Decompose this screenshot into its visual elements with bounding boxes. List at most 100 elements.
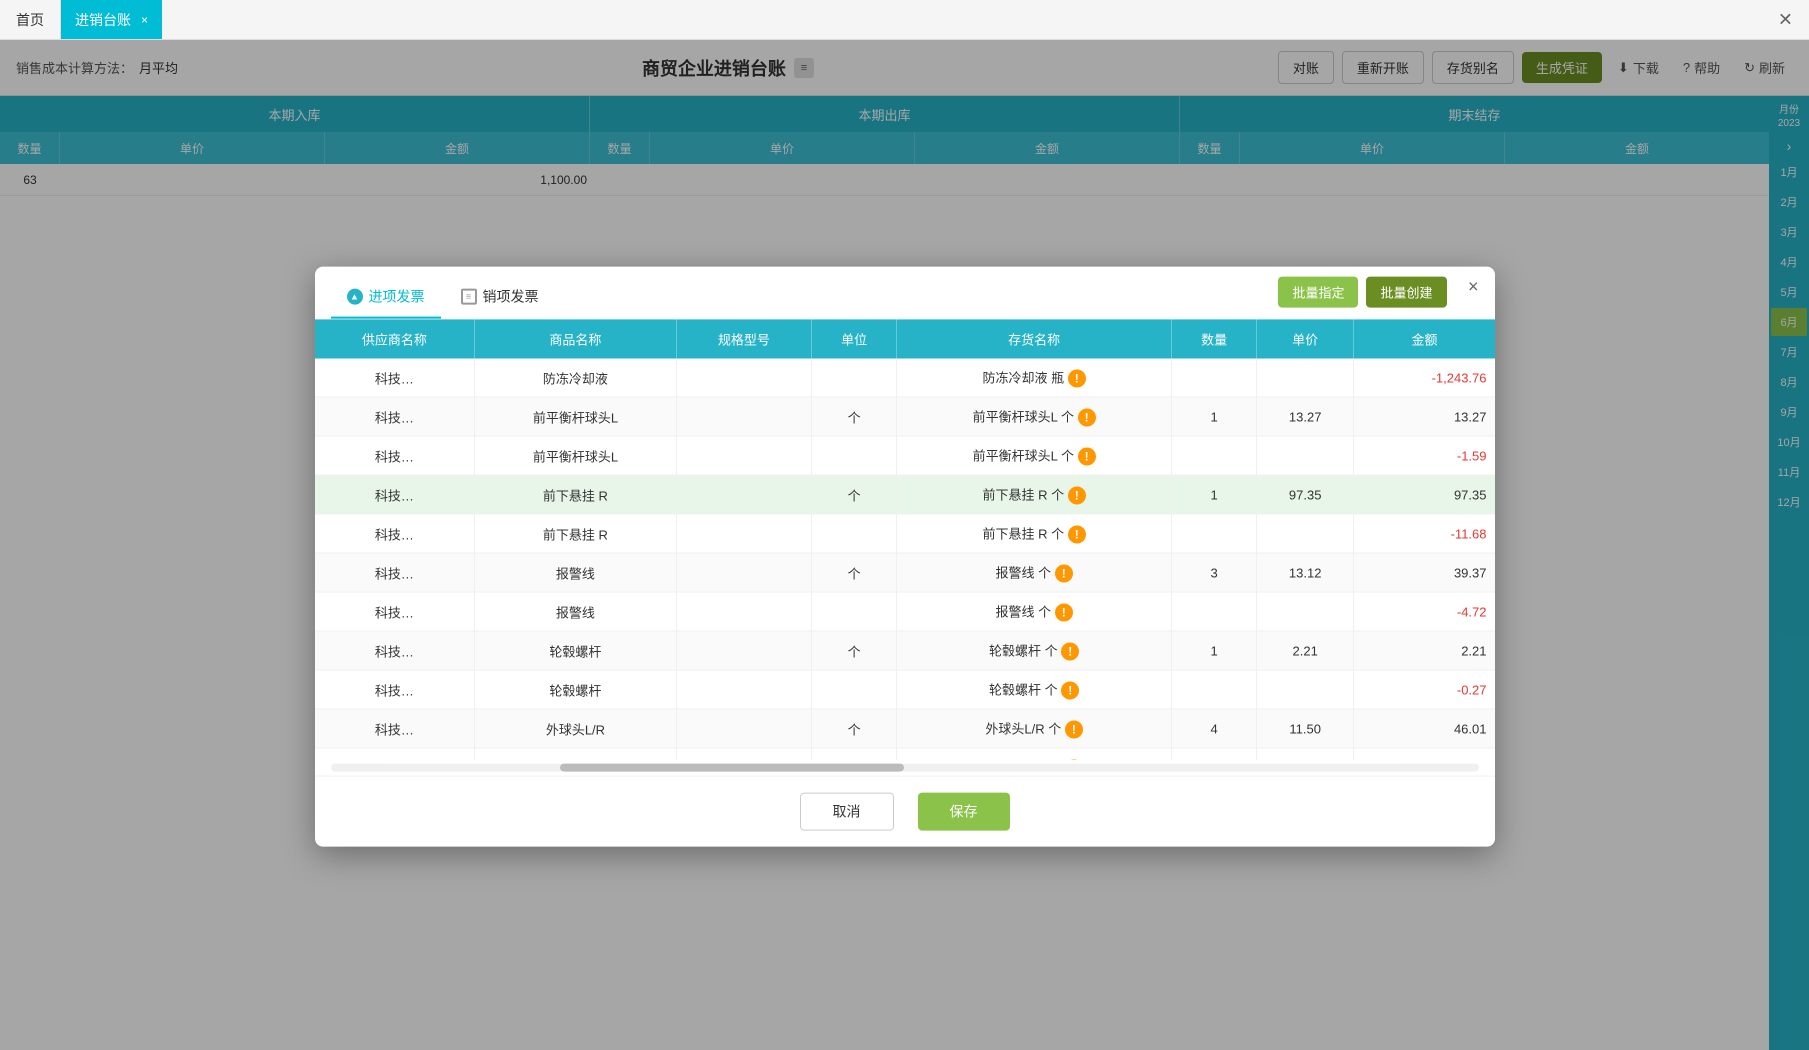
table-row[interactable]: 科技… 前下悬挂 R 个 前下悬挂 R 个 ! 1 97.35 97.35 (315, 475, 1495, 514)
table-row[interactable]: 科技… 防冻冷却液 防冻冷却液 瓶 ! -1,243.76 (315, 359, 1495, 398)
cell-unit (812, 359, 897, 398)
cell-supplier: 科技… (315, 475, 475, 514)
modal-header: ▲ 进项发票 ≡ 销项发票 批量指定 批量创建 × (315, 267, 1495, 320)
modal-close-button[interactable]: × (1468, 277, 1479, 298)
batch-assign-button[interactable]: 批量指定 (1278, 277, 1358, 308)
cell-stock: 外球头L/R 个 ! (896, 709, 1171, 748)
table-header-row: 供应商名称 商品名称 规格型号 单位 存货名称 数量 单价 金额 (315, 320, 1495, 359)
active-tab[interactable]: 进销台账 × (61, 0, 162, 39)
cell-product: 报警线 (475, 592, 676, 631)
cell-unit-price: 13.12 (1256, 553, 1353, 592)
cell-unit (812, 592, 897, 631)
cell-quantity: 4 (1172, 709, 1257, 748)
cell-quantity (1172, 670, 1257, 709)
cell-stock: 前下悬挂 R 个 ! (896, 475, 1171, 514)
table-row[interactable]: 科技… 轮毂螺杆 个 轮毂螺杆 个 ! 1 2.21 2.21 (315, 631, 1495, 670)
scrollbar-thumb (560, 764, 904, 772)
horizontal-scrollbar[interactable] (331, 764, 1479, 772)
cell-amount: -1.59 (1354, 436, 1495, 475)
cell-unit: 个 (812, 553, 897, 592)
cell-unit-price (1256, 748, 1353, 760)
warning-icon: ! (1061, 682, 1079, 700)
cell-product: 外球头L/R (475, 748, 676, 760)
col-stock: 存货名称 (896, 320, 1171, 359)
modal-body: 供应商名称 商品名称 规格型号 单位 存货名称 数量 单价 金额 科技… (315, 320, 1495, 776)
cell-stock: 前下悬挂 R 个 ! (896, 514, 1171, 553)
cell-unit-price (1256, 436, 1353, 475)
cell-supplier: 科技… (315, 436, 475, 475)
cell-amount: -1,243.76 (1354, 359, 1495, 398)
cell-unit: 个 (812, 631, 897, 670)
cell-spec (676, 397, 812, 436)
table-row[interactable]: 科技… 前下悬挂 R 前下悬挂 R 个 ! -11.68 (315, 514, 1495, 553)
cell-product: 防冻冷却液 (475, 359, 676, 398)
cell-unit-price (1256, 514, 1353, 553)
outgoing-tab-label: 销项发票 (483, 287, 539, 307)
table-row[interactable]: 科技… 前平衡杆球头L 前平衡杆球头L 个 ! -1.59 (315, 436, 1495, 475)
modal-scroll-area[interactable]: 供应商名称 商品名称 规格型号 单位 存货名称 数量 单价 金额 科技… (315, 320, 1495, 760)
cell-unit-price: 97.35 (1256, 475, 1353, 514)
table-row[interactable]: 科技… 报警线 报警线 个 ! -4.72 (315, 592, 1495, 631)
main-content: 销售成本计算方法： 月平均 商贸企业进销台账 ≡ 对账 重新开账 存货别名 生成… (0, 40, 1809, 1050)
tab-close-icon[interactable]: × (141, 13, 148, 27)
cell-unit (812, 436, 897, 475)
cell-unit (812, 748, 897, 760)
cell-unit-price: 2.21 (1256, 631, 1353, 670)
table-row[interactable]: 科技… 外球头L/R 个 外球头L/R 个 ! 4 11.50 46.01 (315, 709, 1495, 748)
cell-unit-price (1256, 670, 1353, 709)
cell-quantity (1172, 359, 1257, 398)
warning-icon: ! (1078, 448, 1096, 466)
tab-label: 进销台账 (75, 10, 131, 30)
cell-stock: 防冻冷却液 瓶 ! (896, 359, 1171, 398)
cell-stock: 外球头L/R 个 ! (896, 748, 1171, 760)
table-row[interactable]: 科技… 前平衡杆球头L 个 前平衡杆球头L 个 ! 1 13.27 13.27 (315, 397, 1495, 436)
invoice-table: 供应商名称 商品名称 规格型号 单位 存货名称 数量 单价 金额 科技… (315, 320, 1495, 760)
cell-amount: -4.72 (1354, 592, 1495, 631)
cell-product: 前平衡杆球头L (475, 436, 676, 475)
cell-amount: 97.35 (1354, 475, 1495, 514)
cell-spec (676, 709, 812, 748)
cell-amount: 13.27 (1354, 397, 1495, 436)
cell-stock: 前平衡杆球头L 个 ! (896, 436, 1171, 475)
modal-dialog: ▲ 进项发票 ≡ 销项发票 批量指定 批量创建 × 供应商名称 商品名 (315, 267, 1495, 847)
cell-supplier: 科技… (315, 631, 475, 670)
tab-incoming-invoice[interactable]: ▲ 进项发票 (331, 279, 441, 319)
window-close-button[interactable]: ✕ (1778, 9, 1793, 30)
table-row[interactable]: 科技… 外球头L/R 外球头L/R 个 ! -5.52 (315, 748, 1495, 760)
save-button[interactable]: 保存 (918, 793, 1010, 831)
cell-unit: 个 (812, 709, 897, 748)
cancel-button[interactable]: 取消 (800, 793, 894, 831)
batch-create-button[interactable]: 批量创建 (1366, 277, 1446, 308)
cell-spec (676, 748, 812, 760)
cell-supplier: 科技… (315, 514, 475, 553)
table-row[interactable]: 科技… 轮毂螺杆 轮毂螺杆 个 ! -0.27 (315, 670, 1495, 709)
cell-stock: 轮毂螺杆 个 ! (896, 631, 1171, 670)
cell-product: 轮毂螺杆 (475, 670, 676, 709)
cell-quantity (1172, 592, 1257, 631)
home-tab[interactable]: 首页 (0, 0, 61, 39)
cell-amount: -5.52 (1354, 748, 1495, 760)
cell-unit-price (1256, 359, 1353, 398)
col-unit-price: 单价 (1256, 320, 1353, 359)
cell-amount: -11.68 (1354, 514, 1495, 553)
tab-outgoing-invoice[interactable]: ≡ 销项发票 (445, 279, 555, 319)
warning-icon: ! (1055, 604, 1073, 622)
cell-spec (676, 514, 812, 553)
cell-spec (676, 553, 812, 592)
cell-stock: 轮毂螺杆 个 ! (896, 670, 1171, 709)
incoming-tab-label: 进项发票 (369, 287, 425, 307)
cell-amount: 46.01 (1354, 709, 1495, 748)
home-label: 首页 (16, 10, 44, 30)
col-supplier: 供应商名称 (315, 320, 475, 359)
cell-supplier: 科技… (315, 397, 475, 436)
cell-unit-price: 13.27 (1256, 397, 1353, 436)
cell-quantity (1172, 436, 1257, 475)
cell-amount: 2.21 (1354, 631, 1495, 670)
col-quantity: 数量 (1172, 320, 1257, 359)
table-row[interactable]: 科技… 报警线 个 报警线 个 ! 3 13.12 39.37 (315, 553, 1495, 592)
cell-spec (676, 592, 812, 631)
cell-spec (676, 359, 812, 398)
warning-icon: ! (1078, 409, 1096, 427)
modal-footer: 取消 保存 (315, 776, 1495, 847)
cell-quantity: 1 (1172, 475, 1257, 514)
